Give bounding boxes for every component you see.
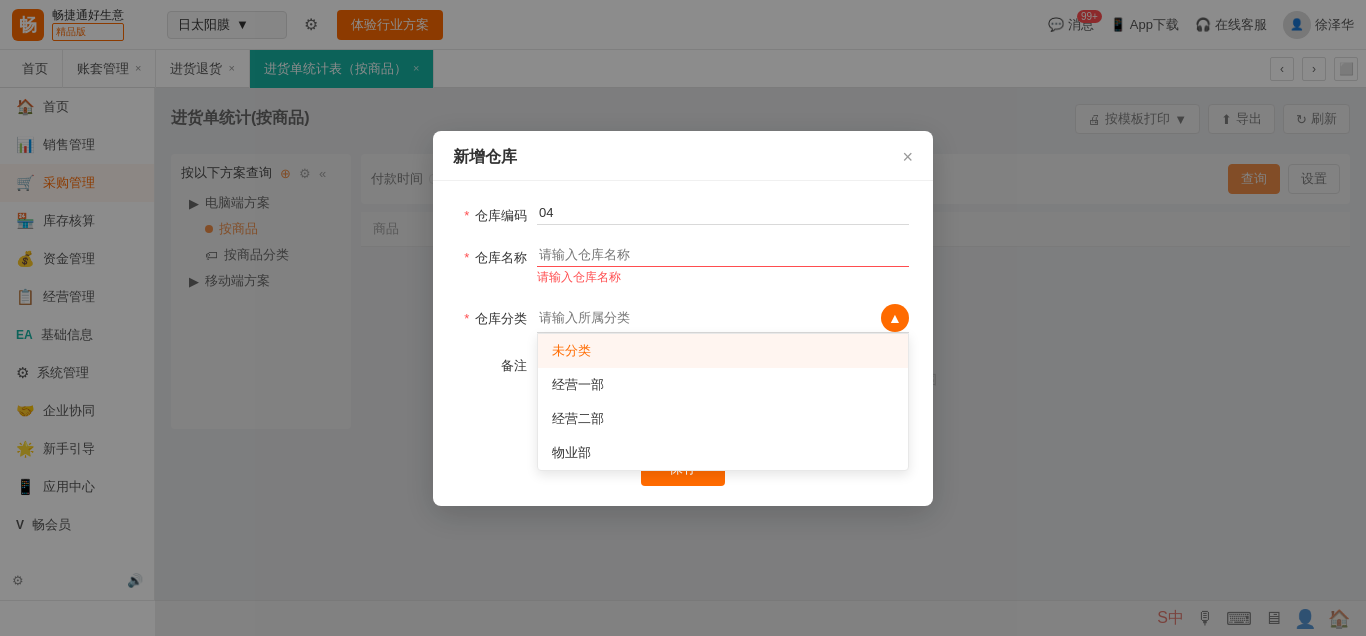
note-label: 备注 <box>457 351 527 375</box>
category-required-star: * <box>464 311 469 326</box>
modal-overlay[interactable]: 新增仓库 × * 仓库编码 * 仓库名称 <box>0 0 1366 636</box>
code-label: * 仓库编码 <box>457 201 527 225</box>
category-toggle-button[interactable]: ▲ <box>881 304 909 332</box>
category-label: * 仓库分类 <box>457 304 527 328</box>
dropdown-item-dept2[interactable]: 经营二部 <box>538 402 908 436</box>
property-label: 物业部 <box>552 445 591 460</box>
dialog-close-button[interactable]: × <box>902 148 913 166</box>
name-label: * 仓库名称 <box>457 243 527 267</box>
dialog-header: 新增仓库 × <box>433 131 933 181</box>
category-select-wrap: ▲ <box>537 304 909 333</box>
name-input[interactable] <box>537 243 909 267</box>
dept1-label: 经营一部 <box>552 377 604 392</box>
code-required-star: * <box>464 208 469 223</box>
name-field: 请输入仓库名称 <box>537 243 909 286</box>
dropdown-item-property[interactable]: 物业部 <box>538 436 908 470</box>
form-row-category: * 仓库分类 ▲ 未分类 <box>457 304 909 333</box>
dept2-label: 经营二部 <box>552 411 604 426</box>
code-input[interactable] <box>537 201 909 225</box>
dialog-body: * 仓库编码 * 仓库名称 请输入仓库名称 <box>433 181 933 442</box>
unclassified-label: 未分类 <box>552 343 591 358</box>
category-dropdown: 未分类 经营一部 经营二部 物业部 <box>537 333 909 471</box>
chevron-up-icon: ▲ <box>888 310 902 326</box>
dialog-title: 新增仓库 <box>453 147 517 168</box>
dropdown-item-unclassified[interactable]: 未分类 <box>538 334 908 368</box>
dropdown-item-dept1[interactable]: 经营一部 <box>538 368 908 402</box>
form-row-code: * 仓库编码 <box>457 201 909 225</box>
name-error-msg: 请输入仓库名称 <box>537 269 909 286</box>
category-field: ▲ 未分类 经营一部 经营二部 <box>537 304 909 333</box>
code-field <box>537 201 909 225</box>
form-row-name: * 仓库名称 请输入仓库名称 <box>457 243 909 286</box>
name-required-star: * <box>464 250 469 265</box>
category-input[interactable] <box>537 306 881 329</box>
dialog-add-warehouse: 新增仓库 × * 仓库编码 * 仓库名称 <box>433 131 933 506</box>
